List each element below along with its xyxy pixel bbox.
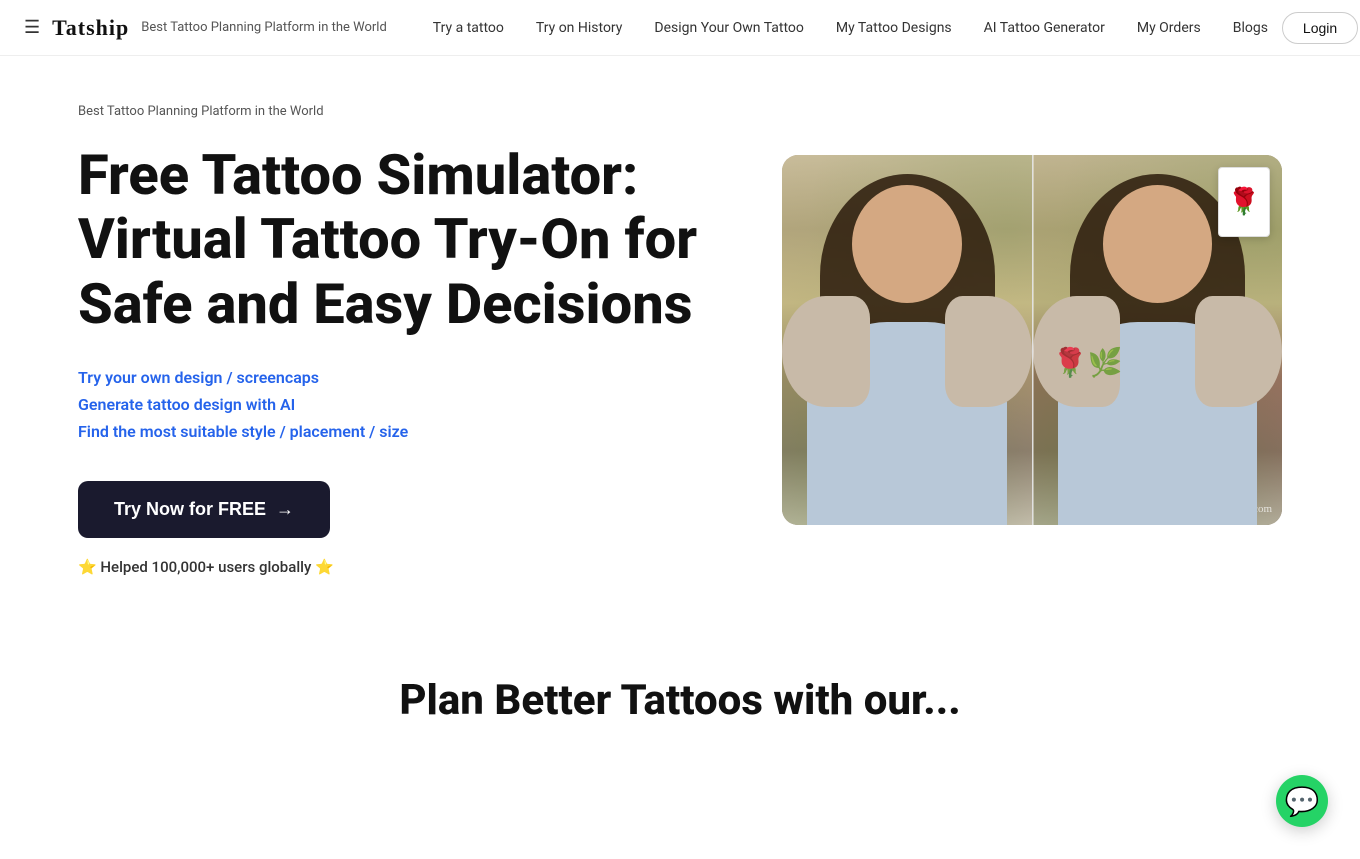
- shoulder-right-right: [1195, 296, 1282, 407]
- login-button[interactable]: Login: [1282, 12, 1358, 44]
- nav-item-ai-generator[interactable]: AI Tattoo Generator: [970, 12, 1119, 44]
- hero-right: 🌹🌿 🌹 T © Tattoo Powered by Tatship.com: [782, 155, 1282, 525]
- main-content: Best Tattoo Planning Platform in the Wor…: [30, 56, 1330, 636]
- shoulder-left: [782, 296, 870, 407]
- breadcrumb: Best Tattoo Planning Platform in the Wor…: [78, 104, 722, 119]
- nav-item-try-history[interactable]: Try on History: [522, 12, 637, 44]
- cta-button[interactable]: Try Now for FREE →: [78, 481, 330, 538]
- social-proof: ⭐ Helped 100,000+ users globally ⭐: [78, 558, 722, 576]
- nav-item-design-own[interactable]: Design Your Own Tattoo: [640, 12, 817, 44]
- nav-item-blogs[interactable]: Blogs: [1219, 12, 1282, 44]
- before-photo: [782, 155, 1032, 525]
- hero-bullet: Generate tattoo design with AI: [78, 395, 722, 414]
- hamburger-icon[interactable]: ☰: [24, 17, 40, 38]
- whatsapp-fab[interactable]: 💬: [1276, 775, 1328, 827]
- header-left: ☰ Tatship Best Tattoo Planning Platform …: [24, 15, 387, 41]
- shoulder-right-left: [945, 296, 1033, 407]
- photo-area-left: [782, 155, 1032, 525]
- header-right: Login: [1282, 12, 1358, 44]
- hero-bullet: Try your own design / screencaps: [78, 368, 722, 387]
- tattoo-overlay: 🌹🌿: [1038, 310, 1138, 414]
- header-tagline: Best Tattoo Planning Platform in the Wor…: [141, 20, 387, 35]
- divider-line: [1032, 155, 1034, 525]
- after-photo: 🌹🌿 🌹 T © Tattoo Powered by Tatship.com: [1032, 155, 1282, 525]
- hero-title: Free Tattoo Simulator: Virtual Tattoo Tr…: [78, 143, 722, 336]
- header: ☰ Tatship Best Tattoo Planning Platform …: [0, 0, 1360, 56]
- person-shape-left: [782, 155, 1032, 525]
- tattoo-sample-icon: 🌹: [1228, 187, 1260, 217]
- bottom-title: Plan Better Tattoos with our...: [24, 676, 1336, 725]
- hero-image: 🌹🌿 🌹 T © Tattoo Powered by Tatship.com: [782, 155, 1282, 525]
- hero-left: Best Tattoo Planning Platform in the Wor…: [78, 104, 722, 576]
- photo-area-right: 🌹🌿 🌹: [1033, 155, 1282, 525]
- whatsapp-icon: 💬: [1285, 785, 1320, 818]
- tattoo-sample-thumbnail: 🌹: [1218, 167, 1270, 237]
- face-right: [1103, 185, 1213, 303]
- hero-bullets: Try your own design / screencaps Generate…: [78, 368, 722, 441]
- main-nav: Try a tattooTry on HistoryDesign Your Ow…: [419, 12, 1282, 44]
- nav-item-my-orders[interactable]: My Orders: [1123, 12, 1215, 44]
- face-left: [852, 185, 962, 303]
- cta-arrow-icon: →: [276, 499, 294, 520]
- cta-label: Try Now for FREE: [114, 499, 266, 520]
- nav-item-my-designs[interactable]: My Tattoo Designs: [822, 12, 966, 44]
- hero-bullet: Find the most suitable style / placement…: [78, 422, 722, 441]
- logo: Tatship: [52, 15, 129, 41]
- bottom-section: Plan Better Tattoos with our...: [0, 636, 1360, 745]
- nav-item-try-tattoo[interactable]: Try a tattoo: [419, 12, 518, 44]
